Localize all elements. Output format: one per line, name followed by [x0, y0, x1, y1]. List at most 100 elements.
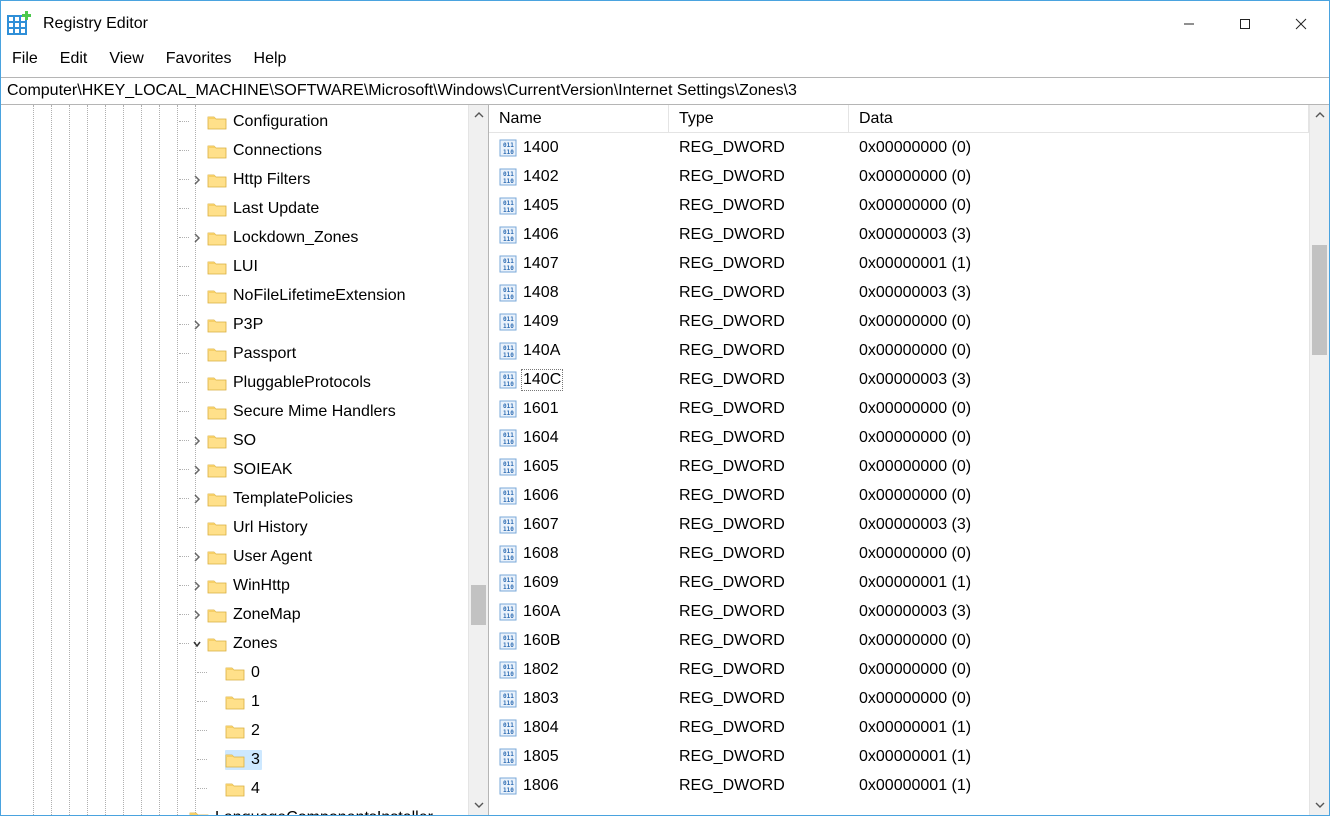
value-name: 1804 [523, 719, 559, 737]
tree-item[interactable]: Passport [1, 339, 468, 368]
value-row[interactable]: 011110140AREG_DWORD0x00000000 (0) [489, 336, 1309, 365]
tree-item[interactable]: SO [1, 426, 468, 455]
folder-icon [225, 665, 245, 681]
column-header-type[interactable]: Type [669, 105, 849, 132]
value-row[interactable]: 0111101609REG_DWORD0x00000001 (1) [489, 568, 1309, 597]
scroll-up-icon[interactable] [1310, 105, 1329, 125]
tree-item[interactable]: Connections [1, 136, 468, 165]
menu-favorites[interactable]: Favorites [157, 48, 241, 70]
value-row[interactable]: 0111101601REG_DWORD0x00000000 (0) [489, 394, 1309, 423]
dword-icon: 011110 [499, 429, 519, 447]
value-row[interactable]: 0111101604REG_DWORD0x00000000 (0) [489, 423, 1309, 452]
maximize-button[interactable] [1217, 4, 1273, 44]
scroll-up-icon[interactable] [469, 105, 488, 125]
tree-item[interactable]: ZoneMap [1, 600, 468, 629]
values-scrollbar-track[interactable] [1310, 125, 1329, 795]
value-name: 1608 [523, 545, 559, 563]
chevron-right-icon[interactable] [189, 549, 205, 565]
tree-scrollbar-track[interactable] [469, 125, 488, 795]
tree-item[interactable]: Url History [1, 513, 468, 542]
chevron-right-icon[interactable] [189, 607, 205, 623]
address-bar[interactable]: Computer\HKEY_LOCAL_MACHINE\SOFTWARE\Mic… [1, 77, 1329, 105]
scroll-down-icon[interactable] [1310, 795, 1329, 815]
chevron-right-icon[interactable] [189, 317, 205, 333]
tree-item[interactable]: TemplatePolicies [1, 484, 468, 513]
value-row[interactable]: 0111101608REG_DWORD0x00000000 (0) [489, 539, 1309, 568]
tree-item[interactable]: User Agent [1, 542, 468, 571]
tree-item-label: SOIEAK [233, 461, 293, 479]
menu-file[interactable]: File [3, 48, 47, 70]
value-row[interactable]: 0111101802REG_DWORD0x00000000 (0) [489, 655, 1309, 684]
registry-editor-window: Registry Editor File Edit View Favorites… [0, 0, 1330, 816]
value-row[interactable]: 0111101804REG_DWORD0x00000001 (1) [489, 713, 1309, 742]
tree-item[interactable]: Last Update [1, 194, 468, 223]
value-row[interactable]: 0111101606REG_DWORD0x00000000 (0) [489, 481, 1309, 510]
values-list[interactable]: 0111101400REG_DWORD0x00000000 (0)0111101… [489, 133, 1309, 815]
svg-text:011: 011 [503, 780, 514, 787]
tree-item[interactable]: Zones [1, 629, 468, 658]
minimize-button[interactable] [1161, 4, 1217, 44]
values-scrollbar[interactable] [1309, 105, 1329, 815]
folder-icon [207, 114, 227, 130]
value-row[interactable]: 011110160BREG_DWORD0x00000000 (0) [489, 626, 1309, 655]
value-row[interactable]: 0111101400REG_DWORD0x00000000 (0) [489, 133, 1309, 162]
registry-tree[interactable]: ConfigurationConnectionsHttp FiltersLast… [1, 105, 468, 815]
value-row[interactable]: 011110140CREG_DWORD0x00000003 (3) [489, 365, 1309, 394]
tree-item[interactable]: WinHttp [1, 571, 468, 600]
menu-view[interactable]: View [100, 48, 152, 70]
menu-edit[interactable]: Edit [51, 48, 97, 70]
tree-item[interactable]: P3P [1, 310, 468, 339]
svg-text:011: 011 [503, 490, 514, 497]
tree-item[interactable]: LanguageComponentsInstaller [1, 803, 468, 815]
content-area: ConfigurationConnectionsHttp FiltersLast… [1, 105, 1329, 815]
value-row[interactable]: 0111101605REG_DWORD0x00000000 (0) [489, 452, 1309, 481]
values-scrollbar-thumb[interactable] [1312, 245, 1327, 355]
svg-text:011: 011 [503, 577, 514, 584]
value-row[interactable]: 0111101406REG_DWORD0x00000003 (3) [489, 220, 1309, 249]
chevron-right-icon[interactable] [189, 462, 205, 478]
menu-help[interactable]: Help [245, 48, 296, 70]
value-row[interactable]: 0111101402REG_DWORD0x00000000 (0) [489, 162, 1309, 191]
tree-item[interactable]: 4 [1, 774, 468, 803]
value-row[interactable]: 0111101806REG_DWORD0x00000001 (1) [489, 771, 1309, 800]
chevron-down-icon[interactable] [189, 636, 205, 652]
tree-item[interactable]: PluggableProtocols [1, 368, 468, 397]
chevron-right-icon[interactable] [189, 172, 205, 188]
tree-item[interactable]: Lockdown_Zones [1, 223, 468, 252]
value-row[interactable]: 0111101607REG_DWORD0x00000003 (3) [489, 510, 1309, 539]
tree-item[interactable]: Http Filters [1, 165, 468, 194]
value-data: 0x00000000 (0) [849, 313, 1309, 331]
chevron-right-icon[interactable] [189, 230, 205, 246]
folder-icon [189, 810, 209, 816]
value-row[interactable]: 0111101407REG_DWORD0x00000001 (1) [489, 249, 1309, 278]
regedit-icon [5, 10, 33, 38]
tree-item[interactable]: Secure Mime Handlers [1, 397, 468, 426]
folder-icon [207, 462, 227, 478]
tree-item[interactable]: 2 [1, 716, 468, 745]
value-row[interactable]: 011110160AREG_DWORD0x00000003 (3) [489, 597, 1309, 626]
tree-item[interactable]: Configuration [1, 107, 468, 136]
value-row[interactable]: 0111101805REG_DWORD0x00000001 (1) [489, 742, 1309, 771]
chevron-right-icon[interactable] [189, 491, 205, 507]
value-row[interactable]: 0111101803REG_DWORD0x00000000 (0) [489, 684, 1309, 713]
svg-text:011: 011 [503, 461, 514, 468]
value-row[interactable]: 0111101405REG_DWORD0x00000000 (0) [489, 191, 1309, 220]
tree-scrollbar[interactable] [468, 105, 488, 815]
value-row[interactable]: 0111101408REG_DWORD0x00000003 (3) [489, 278, 1309, 307]
tree-scrollbar-thumb[interactable] [471, 585, 486, 625]
column-header-name[interactable]: Name [489, 105, 669, 132]
tree-item[interactable]: 1 [1, 687, 468, 716]
dword-icon: 011110 [499, 777, 519, 795]
value-row[interactable]: 0111101409REG_DWORD0x00000000 (0) [489, 307, 1309, 336]
column-header-data[interactable]: Data [849, 105, 1309, 132]
dword-icon: 011110 [499, 139, 519, 157]
scroll-down-icon[interactable] [469, 795, 488, 815]
tree-item[interactable]: 0 [1, 658, 468, 687]
chevron-right-icon[interactable] [189, 433, 205, 449]
tree-item[interactable]: NoFileLifetimeExtension [1, 281, 468, 310]
close-button[interactable] [1273, 4, 1329, 44]
tree-item[interactable]: SOIEAK [1, 455, 468, 484]
chevron-right-icon[interactable] [189, 578, 205, 594]
tree-item[interactable]: LUI [1, 252, 468, 281]
tree-item[interactable]: 3 [1, 745, 468, 774]
